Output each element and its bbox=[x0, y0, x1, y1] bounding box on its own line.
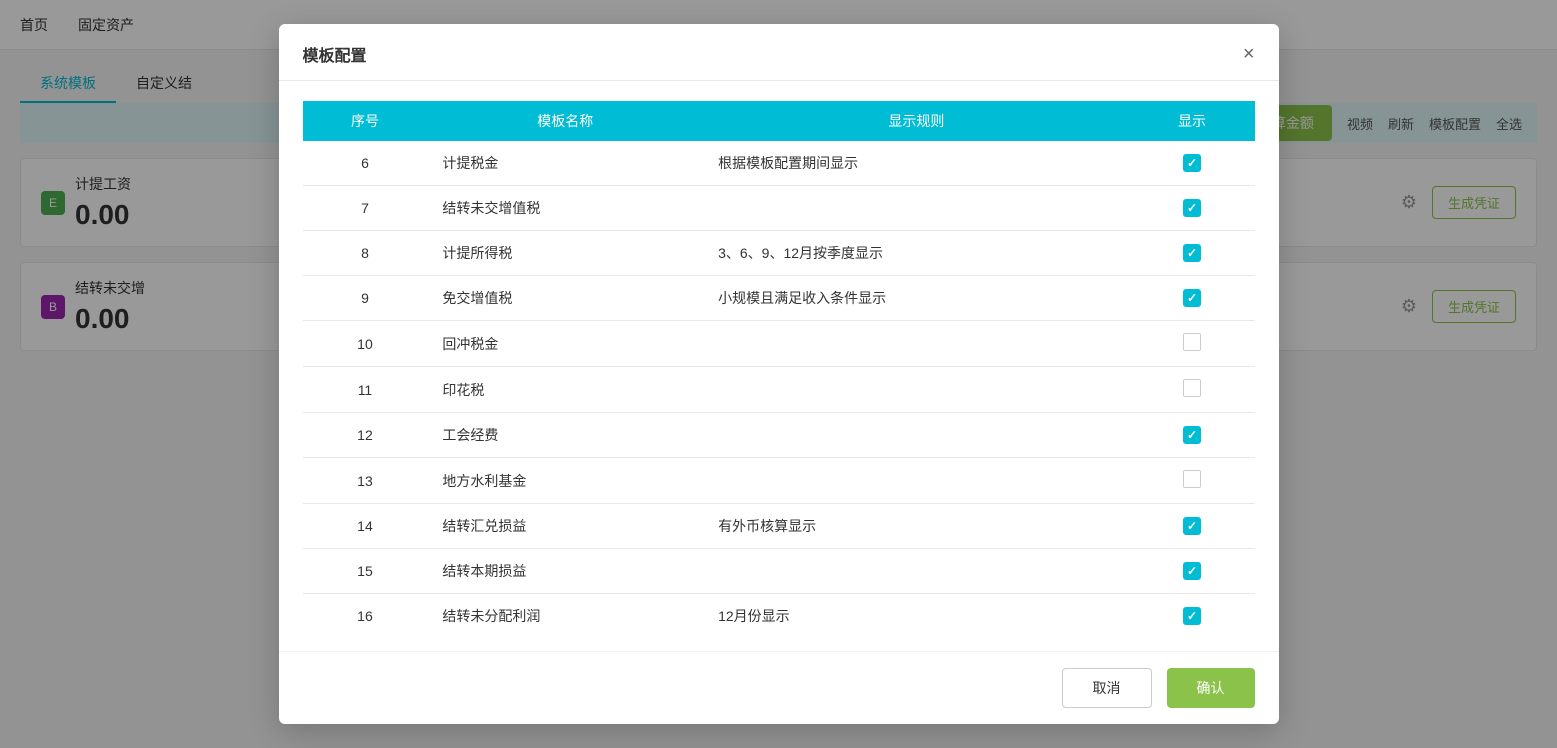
cell-checkbox bbox=[1130, 186, 1255, 231]
checkbox-checked[interactable] bbox=[1183, 607, 1201, 625]
modal-footer: 取消 确认 bbox=[279, 651, 1279, 724]
cancel-button[interactable]: 取消 bbox=[1062, 668, 1152, 708]
cell-seq: 14 bbox=[303, 504, 428, 549]
table-header: 序号 模板名称 显示规则 显示 bbox=[303, 101, 1255, 141]
cell-rule: 12月份显示 bbox=[703, 594, 1129, 639]
cell-seq: 13 bbox=[303, 458, 428, 504]
cell-seq: 12 bbox=[303, 413, 428, 458]
cell-checkbox bbox=[1130, 549, 1255, 594]
checkbox-checked[interactable] bbox=[1183, 562, 1201, 580]
cell-rule bbox=[703, 367, 1129, 413]
cell-checkbox bbox=[1130, 141, 1255, 186]
table-row: 11印花税 bbox=[303, 367, 1255, 413]
checkbox-checked[interactable] bbox=[1183, 517, 1201, 535]
cell-rule bbox=[703, 458, 1129, 504]
cell-checkbox bbox=[1130, 594, 1255, 639]
table-body: 6计提税金根据模板配置期间显示7结转未交增值税8计提所得税3、6、9、12月按季… bbox=[303, 141, 1255, 638]
col-seq: 序号 bbox=[303, 101, 428, 141]
cell-name: 回冲税金 bbox=[427, 321, 703, 367]
table-row: 10回冲税金 bbox=[303, 321, 1255, 367]
cell-name: 地方水利基金 bbox=[427, 458, 703, 504]
checkbox-checked[interactable] bbox=[1183, 154, 1201, 172]
table-row: 15结转本期损益 bbox=[303, 549, 1255, 594]
cell-rule bbox=[703, 549, 1129, 594]
config-table: 序号 模板名称 显示规则 显示 6计提税金根据模板配置期间显示7结转未交增值税8… bbox=[303, 101, 1255, 638]
cell-seq: 9 bbox=[303, 276, 428, 321]
cell-name: 计提税金 bbox=[427, 141, 703, 186]
cell-checkbox bbox=[1130, 458, 1255, 504]
cell-name: 计提所得税 bbox=[427, 231, 703, 276]
table-row: 7结转未交增值税 bbox=[303, 186, 1255, 231]
checkbox-unchecked[interactable] bbox=[1183, 379, 1201, 397]
cell-rule bbox=[703, 413, 1129, 458]
confirm-button[interactable]: 确认 bbox=[1167, 668, 1255, 708]
col-rule: 显示规则 bbox=[703, 101, 1129, 141]
table-row: 8计提所得税3、6、9、12月按季度显示 bbox=[303, 231, 1255, 276]
cell-name: 结转未分配利润 bbox=[427, 594, 703, 639]
table-row: 14结转汇兑损益有外币核算显示 bbox=[303, 504, 1255, 549]
cell-seq: 16 bbox=[303, 594, 428, 639]
cell-checkbox bbox=[1130, 321, 1255, 367]
checkbox-checked[interactable] bbox=[1183, 244, 1201, 262]
cell-rule bbox=[703, 186, 1129, 231]
table-row: 6计提税金根据模板配置期间显示 bbox=[303, 141, 1255, 186]
cell-checkbox bbox=[1130, 413, 1255, 458]
cell-rule: 有外币核算显示 bbox=[703, 504, 1129, 549]
table-row: 9免交增值税小规模且满足收入条件显示 bbox=[303, 276, 1255, 321]
table-row: 13地方水利基金 bbox=[303, 458, 1255, 504]
modal-title: 模板配置 bbox=[303, 42, 367, 66]
cell-rule: 3、6、9、12月按季度显示 bbox=[703, 231, 1129, 276]
cell-rule: 根据模板配置期间显示 bbox=[703, 141, 1129, 186]
cell-name: 结转本期损益 bbox=[427, 549, 703, 594]
cell-seq: 8 bbox=[303, 231, 428, 276]
col-display: 显示 bbox=[1130, 101, 1255, 141]
col-name: 模板名称 bbox=[427, 101, 703, 141]
cell-checkbox bbox=[1130, 231, 1255, 276]
table-row: 16结转未分配利润12月份显示 bbox=[303, 594, 1255, 639]
checkbox-checked[interactable] bbox=[1183, 426, 1201, 444]
cell-name: 结转汇兑损益 bbox=[427, 504, 703, 549]
cell-name: 印花税 bbox=[427, 367, 703, 413]
modal-header: 模板配置 × bbox=[279, 24, 1279, 81]
cell-rule: 小规模且满足收入条件显示 bbox=[703, 276, 1129, 321]
checkbox-unchecked[interactable] bbox=[1183, 333, 1201, 351]
cell-rule bbox=[703, 321, 1129, 367]
cell-name: 工会经费 bbox=[427, 413, 703, 458]
modal-overlay: 模板配置 × 序号 模板名称 显示规则 显示 6计提税金根据模板配置期间显示7结… bbox=[0, 0, 1557, 748]
cell-seq: 7 bbox=[303, 186, 428, 231]
modal-template-config: 模板配置 × 序号 模板名称 显示规则 显示 6计提税金根据模板配置期间显示7结… bbox=[279, 24, 1279, 724]
checkbox-unchecked[interactable] bbox=[1183, 470, 1201, 488]
cell-name: 结转未交增值税 bbox=[427, 186, 703, 231]
cell-seq: 15 bbox=[303, 549, 428, 594]
cell-name: 免交增值税 bbox=[427, 276, 703, 321]
cell-checkbox bbox=[1130, 367, 1255, 413]
cell-checkbox bbox=[1130, 504, 1255, 549]
checkbox-checked[interactable] bbox=[1183, 289, 1201, 307]
cell-seq: 6 bbox=[303, 141, 428, 186]
cell-seq: 10 bbox=[303, 321, 428, 367]
checkbox-checked[interactable] bbox=[1183, 199, 1201, 217]
cell-checkbox bbox=[1130, 276, 1255, 321]
cell-seq: 11 bbox=[303, 367, 428, 413]
table-row: 12工会经费 bbox=[303, 413, 1255, 458]
modal-close-button[interactable]: × bbox=[1243, 44, 1255, 64]
modal-body: 序号 模板名称 显示规则 显示 6计提税金根据模板配置期间显示7结转未交增值税8… bbox=[279, 81, 1279, 651]
